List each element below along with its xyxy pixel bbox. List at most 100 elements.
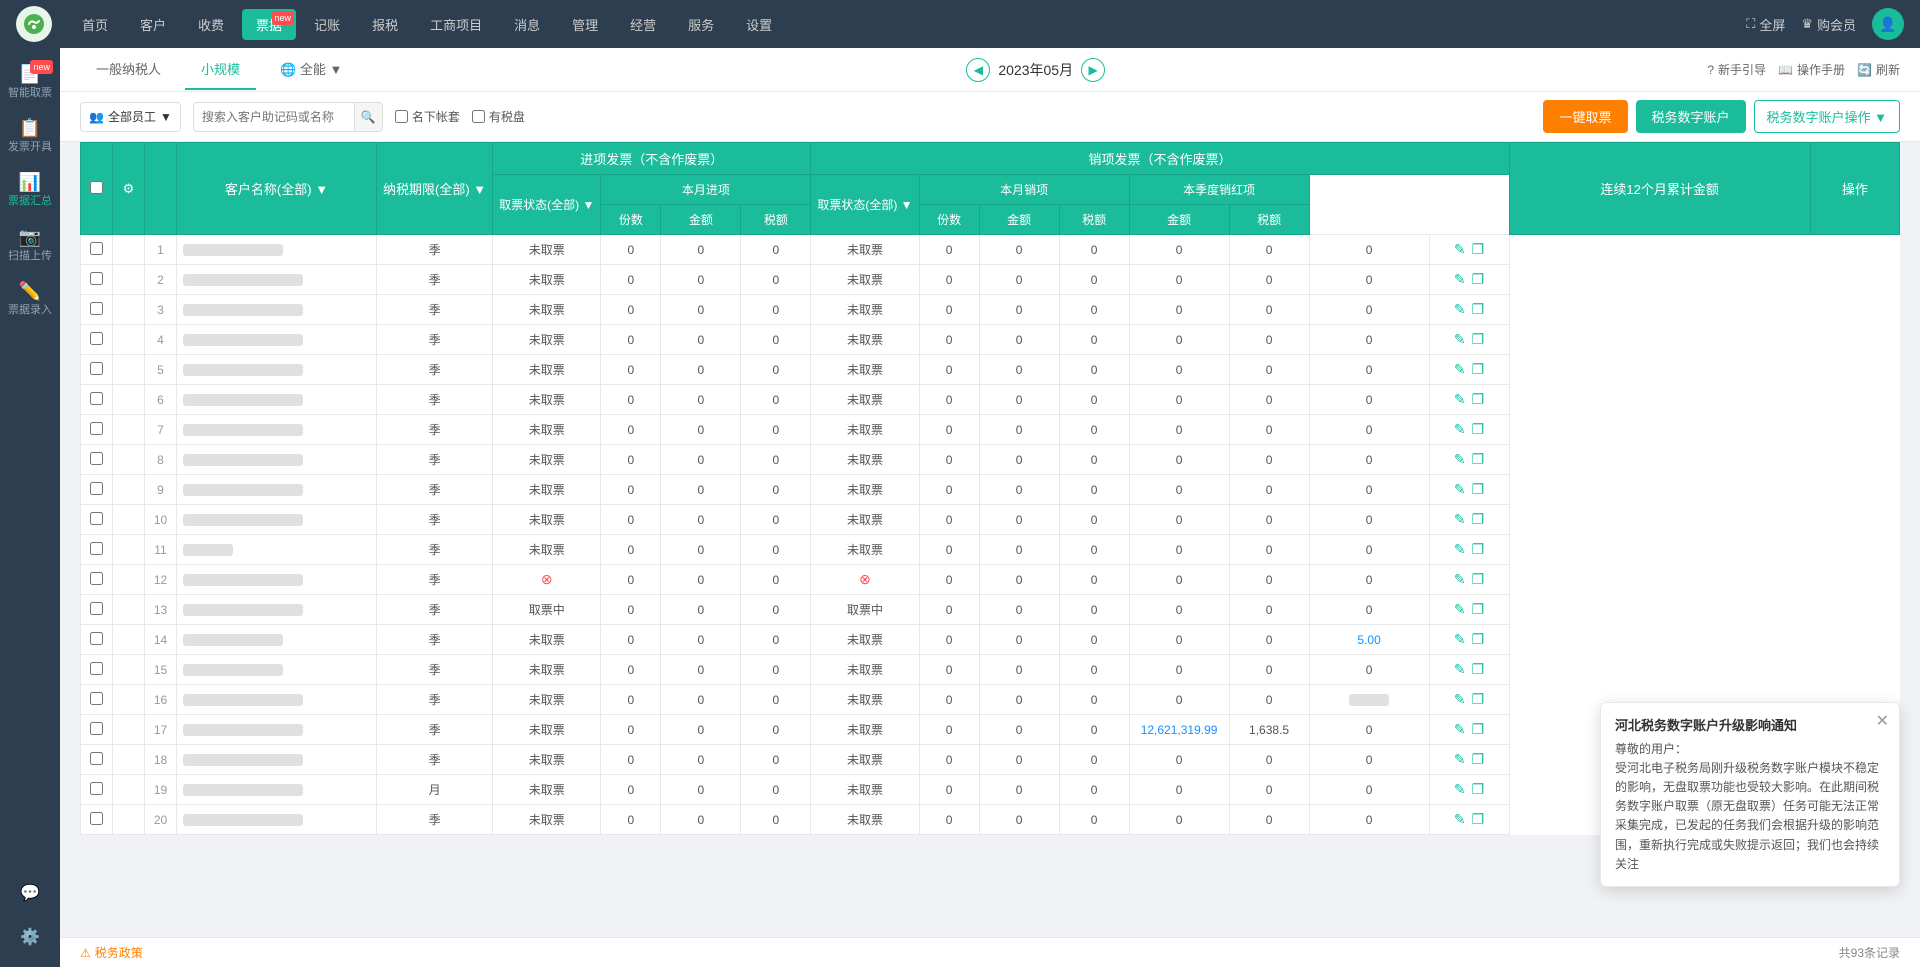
edit-icon[interactable]: ✎ [1454, 721, 1466, 738]
edit-icon[interactable]: ✎ [1454, 331, 1466, 348]
row-checkbox[interactable] [90, 722, 103, 735]
copy-icon[interactable]: ❐ [1472, 691, 1485, 708]
copy-icon[interactable]: ❐ [1472, 601, 1485, 618]
tax-digital-op-btn[interactable]: 税务数字账户操作 ▼ [1754, 100, 1900, 133]
copy-icon[interactable]: ❐ [1472, 331, 1485, 348]
row-checkbox[interactable] [90, 482, 103, 495]
row-checkbox[interactable] [90, 632, 103, 645]
copy-icon[interactable]: ❐ [1472, 811, 1485, 828]
tax-policy-link[interactable]: ⚠ 税务政策 [80, 944, 143, 961]
th-in-status[interactable]: 取票状态(全部) ▼ [493, 175, 601, 235]
row-checkbox[interactable] [90, 572, 103, 585]
edit-icon[interactable]: ✎ [1454, 421, 1466, 438]
row-checkbox[interactable] [90, 752, 103, 765]
row-checkbox[interactable] [90, 332, 103, 345]
edit-icon[interactable]: ✎ [1454, 811, 1466, 828]
vip-btn[interactable]: ♛ 购会员 [1801, 15, 1856, 34]
nav-item-client[interactable]: 客户 [126, 9, 180, 40]
edit-icon[interactable]: ✎ [1454, 241, 1466, 258]
nav-item-business[interactable]: 工商项目 [416, 9, 496, 40]
manual-btn[interactable]: 📖 操作手册 [1778, 61, 1845, 78]
sidebar-item-settings[interactable]: ⚙️ [3, 919, 57, 957]
nav-item-home[interactable]: 首页 [68, 9, 122, 40]
edit-icon[interactable]: ✎ [1454, 451, 1466, 468]
cumulative-link[interactable]: 5.00 [1357, 633, 1380, 647]
edit-icon[interactable]: ✎ [1454, 781, 1466, 798]
tax-digital-account-btn[interactable]: 税务数字账户 [1636, 100, 1746, 133]
nav-item-settings[interactable]: 设置 [732, 9, 786, 40]
row-checkbox[interactable] [90, 392, 103, 405]
copy-icon[interactable]: ❐ [1472, 571, 1485, 588]
copy-icon[interactable]: ❐ [1472, 511, 1485, 528]
nav-item-manage[interactable]: 管理 [558, 9, 612, 40]
avatar[interactable]: 👤 [1872, 8, 1904, 40]
copy-icon[interactable]: ❐ [1472, 661, 1485, 678]
search-input[interactable] [194, 110, 354, 124]
copy-icon[interactable]: ❐ [1472, 481, 1485, 498]
edit-icon[interactable]: ✎ [1454, 271, 1466, 288]
row-checkbox[interactable] [90, 422, 103, 435]
select-all-checkbox[interactable] [90, 181, 103, 194]
prev-month-btn[interactable]: ◀ [966, 58, 990, 82]
checkbox-sub-account[interactable]: 名下帐套 [395, 108, 460, 125]
edit-icon[interactable]: ✎ [1454, 751, 1466, 768]
sidebar-item-smart-ticket[interactable]: 📄 智能取票 new [3, 56, 57, 108]
copy-icon[interactable]: ❐ [1472, 781, 1485, 798]
row-checkbox[interactable] [90, 512, 103, 525]
nav-item-tax[interactable]: 报税 [358, 9, 412, 40]
checkbox-tax-disk[interactable]: 有税盘 [472, 108, 525, 125]
row-checkbox[interactable] [90, 812, 103, 825]
tab-general-taxpayer[interactable]: 一般纳税人 [80, 49, 177, 90]
edit-icon[interactable]: ✎ [1454, 541, 1466, 558]
copy-icon[interactable]: ❐ [1472, 271, 1485, 288]
refresh-btn[interactable]: 🔄 刷新 [1857, 61, 1900, 78]
row-checkbox[interactable] [90, 602, 103, 615]
copy-icon[interactable]: ❐ [1472, 391, 1485, 408]
one-click-ticket-btn[interactable]: 一键取票 [1543, 100, 1627, 133]
copy-icon[interactable]: ❐ [1472, 361, 1485, 378]
nav-item-service[interactable]: 服务 [674, 9, 728, 40]
row-checkbox[interactable] [90, 302, 103, 315]
fullscreen-btn[interactable]: ⛶ 全屏 [1746, 15, 1785, 34]
row-checkbox[interactable] [90, 272, 103, 285]
copy-icon[interactable]: ❐ [1472, 631, 1485, 648]
sidebar-item-invoice-open[interactable]: 📋 发票开具 [3, 110, 57, 162]
row-checkbox[interactable] [90, 782, 103, 795]
edit-icon[interactable]: ✎ [1454, 391, 1466, 408]
copy-icon[interactable]: ❐ [1472, 421, 1485, 438]
sidebar-item-ticket-entry[interactable]: ✏️ 票据录入 [3, 273, 57, 325]
nav-item-ticket[interactable]: 票据 new [242, 9, 296, 40]
th-tax-period[interactable]: 纳税期限(全部) ▼ [377, 143, 493, 235]
row-checkbox[interactable] [90, 662, 103, 675]
edit-icon[interactable]: ✎ [1454, 661, 1466, 678]
nav-item-accounting[interactable]: 记账 [300, 9, 354, 40]
notification-close-btn[interactable]: ✕ [1876, 711, 1889, 731]
th-client-name[interactable]: 客户名称(全部) ▼ [177, 143, 377, 235]
copy-icon[interactable]: ❐ [1472, 451, 1485, 468]
edit-icon[interactable]: ✎ [1454, 511, 1466, 528]
copy-icon[interactable]: ❐ [1472, 541, 1485, 558]
edit-icon[interactable]: ✎ [1454, 361, 1466, 378]
edit-icon[interactable]: ✎ [1454, 631, 1466, 648]
row-checkbox[interactable] [90, 542, 103, 555]
edit-icon[interactable]: ✎ [1454, 601, 1466, 618]
sidebar-item-message[interactable]: 💬 [3, 875, 57, 913]
staff-select[interactable]: 👥 全部员工 ▼ [80, 102, 181, 132]
nav-item-operation[interactable]: 经营 [616, 9, 670, 40]
tab-all[interactable]: 🌐 全能 ▼ [264, 49, 358, 90]
edit-icon[interactable]: ✎ [1454, 691, 1466, 708]
row-checkbox[interactable] [90, 242, 103, 255]
edit-icon[interactable]: ✎ [1454, 571, 1466, 588]
copy-icon[interactable]: ❐ [1472, 751, 1485, 768]
refund-amount-link[interactable]: 12,621,319.99 [1141, 723, 1218, 737]
copy-icon[interactable]: ❐ [1472, 241, 1485, 258]
nav-item-message[interactable]: 消息 [500, 9, 554, 40]
row-checkbox[interactable] [90, 452, 103, 465]
sidebar-item-scan-upload[interactable]: 📷 扫描上传 [3, 219, 57, 271]
edit-icon[interactable]: ✎ [1454, 481, 1466, 498]
sidebar-item-ticket-summary[interactable]: 📊 票据汇总 [3, 164, 57, 216]
nav-item-charge[interactable]: 收费 [184, 9, 238, 40]
tab-small-scale[interactable]: 小规模 [185, 49, 256, 90]
new-guide-btn[interactable]: ? 新手引导 [1707, 61, 1766, 78]
th-out-status[interactable]: 取票状态(全部) ▼ [811, 175, 919, 235]
